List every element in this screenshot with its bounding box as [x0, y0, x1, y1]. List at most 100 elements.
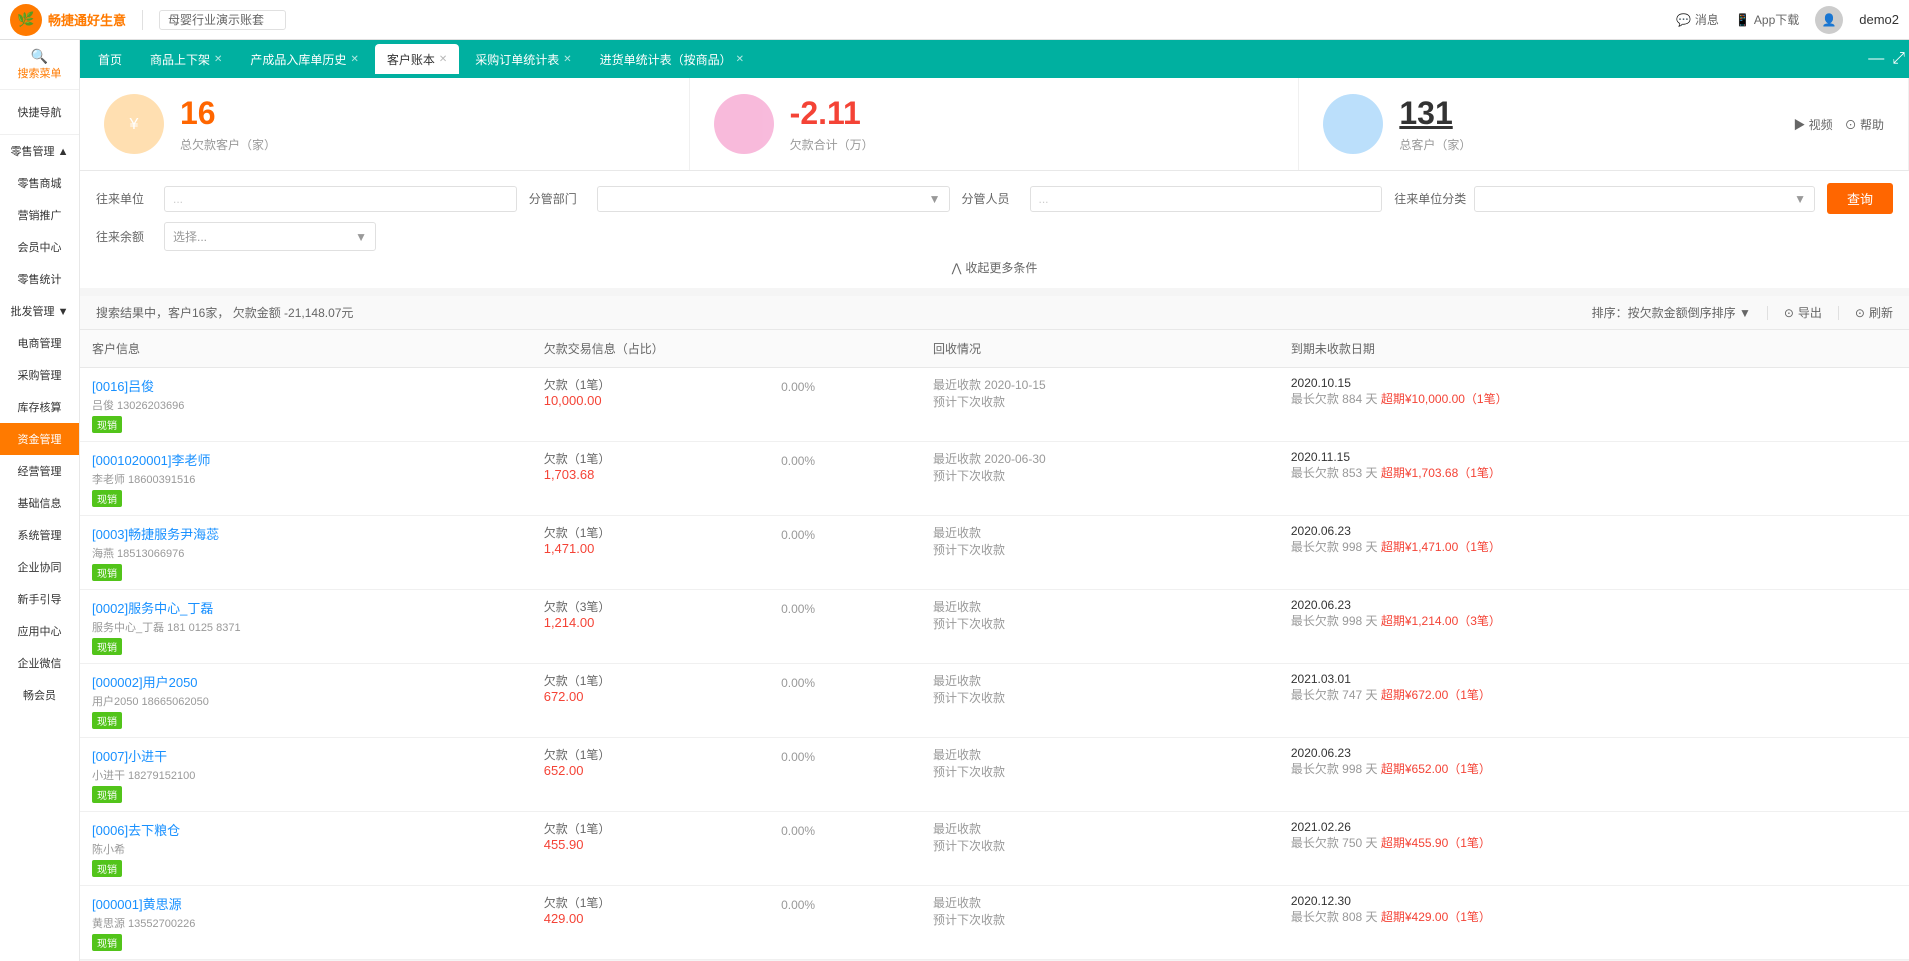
sidebar-item-retail-mgmt[interactable]: 零售管理 ▲ — [0, 135, 79, 167]
latest-collection: 最近收款 — [933, 894, 1267, 911]
sidebar-item-wholesale[interactable]: 批发管理 ▼ — [0, 295, 79, 327]
cell-due: 2020.06.23 最长欠款 998 天 超期¥1,471.00（1笔） — [1279, 516, 1909, 590]
stat-info-debtors: 16 总欠款客户（家） — [180, 95, 276, 153]
overdue-amount-link[interactable]: 超期¥429.00（1笔） — [1381, 910, 1491, 924]
overdue-amount-link[interactable]: 超期¥1,214.00（3笔） — [1381, 614, 1501, 628]
debt-count: 欠款（3笔） — [544, 598, 757, 615]
tab-purchase-order[interactable]: 采购订单统计表 ✕ — [463, 44, 583, 74]
stat-card-actions: ▶ 视频 ⊙ 帮助 — [1793, 116, 1884, 133]
overdue-amount-link[interactable]: 超期¥1,471.00（1笔） — [1381, 540, 1501, 554]
sidebar-item-enterprise[interactable]: 企业协同 — [0, 551, 79, 583]
sidebar-search[interactable]: 🔍 搜索菜单 — [0, 40, 79, 90]
customer-name-link[interactable]: [000001]黄思源 — [92, 894, 520, 913]
person-input[interactable]: ... — [1030, 186, 1383, 212]
customer-name-link[interactable]: [0016]吕俊 — [92, 376, 520, 395]
collapse-btn[interactable]: ⋀ 收起更多条件 — [952, 259, 1038, 276]
due-date: 2020.10.15 — [1291, 376, 1897, 390]
close-icon[interactable]: ✕ — [439, 54, 447, 65]
cell-due: 2020.06.23 最长欠款 998 天 超期¥652.00（1笔） — [1279, 738, 1909, 812]
customer-name-link[interactable]: [0003]畅捷服务尹海蕊 — [92, 524, 520, 543]
customer-input[interactable]: ... — [164, 186, 517, 212]
latest-collection: 最近收款 — [933, 746, 1267, 763]
overdue-amount-link[interactable]: 超期¥455.90（1笔） — [1381, 836, 1491, 850]
sidebar-item-inventory[interactable]: 库存核算 — [0, 391, 79, 423]
search-button[interactable]: 查询 — [1827, 183, 1893, 214]
sidebar-item-marketing[interactable]: 营销推广 — [0, 199, 79, 231]
sidebar-item-quick-nav[interactable]: 快捷导航 — [0, 96, 79, 128]
sidebar-item-retail-stats[interactable]: 零售统计 — [0, 263, 79, 295]
sidebar-item-member[interactable]: 会员中心 — [0, 231, 79, 263]
tab-customer-ledger[interactable]: 客户账本 ✕ — [375, 44, 459, 74]
avatar-icon: 👤 — [1822, 13, 1837, 27]
help-btn[interactable]: ⊙ 帮助 — [1845, 116, 1884, 133]
debt-amount[interactable]: 652.00 — [544, 763, 757, 778]
customer-name-link[interactable]: [0001020001]李老师 — [92, 450, 520, 469]
debt-amount[interactable]: 672.00 — [544, 689, 757, 704]
sidebar-item-system[interactable]: 系统管理 — [0, 519, 79, 551]
stat-icon-building — [1323, 94, 1383, 154]
video-btn[interactable]: ▶ 视频 — [1793, 116, 1832, 133]
logo-icon: 🌿 — [10, 4, 42, 36]
sidebar-item-basic-info[interactable]: 基础信息 — [0, 487, 79, 519]
sidebar-item-finance[interactable]: 资金管理 — [0, 423, 79, 455]
customer-name-link[interactable]: [0007]小进干 — [92, 746, 520, 765]
tab-purchase-stats[interactable]: 进货单统计表（按商品） ✕ — [588, 44, 756, 74]
message-btn[interactable]: 💬 消息 — [1676, 11, 1719, 28]
due-date: 2021.03.01 — [1291, 672, 1897, 686]
tab-minimize-icon[interactable]: — — [1868, 50, 1884, 68]
overdue-amount-link[interactable]: 超期¥10,000.00（1笔） — [1381, 392, 1508, 406]
cell-percent: 0.00% — [769, 738, 921, 812]
balance-select[interactable]: 选择... ▼ — [164, 222, 376, 251]
divider — [142, 10, 143, 30]
cell-due: 2020.10.15 最长欠款 884 天 超期¥10,000.00（1笔） — [1279, 368, 1909, 442]
tab-production-history[interactable]: 产成品入库单历史 ✕ — [238, 44, 370, 74]
debt-amount[interactable]: 429.00 — [544, 911, 757, 926]
debt-amount[interactable]: 10,000.00 — [544, 393, 757, 408]
sidebar-item-wechat[interactable]: 企业微信 — [0, 647, 79, 679]
customer-name-link[interactable]: [0006]去下粮仓 — [92, 820, 520, 839]
sort-label[interactable]: 排序：按欠款金额倒序排序 ▼ — [1592, 304, 1751, 321]
category-select[interactable]: ▼ — [1474, 186, 1815, 212]
max-days-overdue: 最长欠款 853 天 超期¥1,703.68（1笔） — [1291, 464, 1897, 481]
debt-amount[interactable]: 1,703.68 — [544, 467, 757, 482]
debt-amount[interactable]: 1,214.00 — [544, 615, 757, 630]
latest-label: 最近收款 — [933, 896, 981, 910]
sidebar-item-ecommerce[interactable]: 电商管理 — [0, 327, 79, 359]
overdue-amount-link[interactable]: 超期¥652.00（1笔） — [1381, 762, 1491, 776]
close-icon[interactable]: ✕ — [736, 54, 744, 65]
sidebar-item-guide[interactable]: 新手引导 — [0, 583, 79, 615]
company-select[interactable]: 母婴行业演示账套 — [159, 10, 286, 30]
tab-product-onoff[interactable]: 商品上下架 ✕ — [138, 44, 234, 74]
dept-select[interactable]: ▼ — [597, 186, 950, 212]
filter-category: 往来单位分类 ▼ — [1394, 186, 1815, 212]
avatar[interactable]: 👤 — [1815, 6, 1843, 34]
close-icon[interactable]: ✕ — [563, 54, 571, 65]
sidebar-item-apps[interactable]: 应用中心 — [0, 615, 79, 647]
sidebar-item-retail-mall[interactable]: 零售商城 — [0, 167, 79, 199]
debt-count: 欠款（1笔） — [544, 524, 757, 541]
overdue-amount-link[interactable]: 超期¥672.00（1笔） — [1381, 688, 1491, 702]
app-download-btn[interactable]: 📱 App下载 — [1735, 11, 1799, 28]
refresh-btn[interactable]: ⊙ 刷新 — [1855, 304, 1893, 321]
sidebar-item-vip[interactable]: 畅会员 — [0, 679, 79, 711]
customer-name-link[interactable]: [000002]用户2050 — [92, 672, 520, 691]
table-row: [0001020001]李老师 李老师 18600391516 现销 欠款（1笔… — [80, 442, 1909, 516]
tab-maximize-icon[interactable]: ⤢ — [1892, 50, 1905, 68]
close-icon[interactable]: ✕ — [350, 54, 358, 65]
sidebar-item-purchase[interactable]: 采购管理 — [0, 359, 79, 391]
export-btn[interactable]: ⊙ 导出 — [1784, 304, 1822, 321]
sidebar-item-operations[interactable]: 经营管理 — [0, 455, 79, 487]
cell-debt: 欠款（1笔） 10,000.00 — [532, 368, 769, 442]
tab-home[interactable]: 首页 — [86, 44, 134, 74]
overdue-amount-link[interactable]: 超期¥1,703.68（1笔） — [1381, 466, 1501, 480]
max-days-overdue: 最长欠款 998 天 超期¥1,471.00（1笔） — [1291, 538, 1897, 555]
close-icon[interactable]: ✕ — [214, 54, 222, 65]
main-layout: 🔍 搜索菜单 快捷导航 零售管理 ▲ 零售商城 营销推广 会员中心 零售统计 批… — [0, 40, 1909, 961]
debt-amount[interactable]: 1,471.00 — [544, 541, 757, 556]
filter-customer: 往来单位 ... — [96, 186, 517, 212]
customer-name-link[interactable]: [0002]服务中心_丁磊 — [92, 598, 520, 617]
next-collection: 预计下次收款 — [933, 393, 1267, 410]
debt-amount[interactable]: 455.90 — [544, 837, 757, 852]
latest-collection: 最近收款 2020-06-30 — [933, 450, 1267, 467]
latest-collection: 最近收款 — [933, 524, 1267, 541]
